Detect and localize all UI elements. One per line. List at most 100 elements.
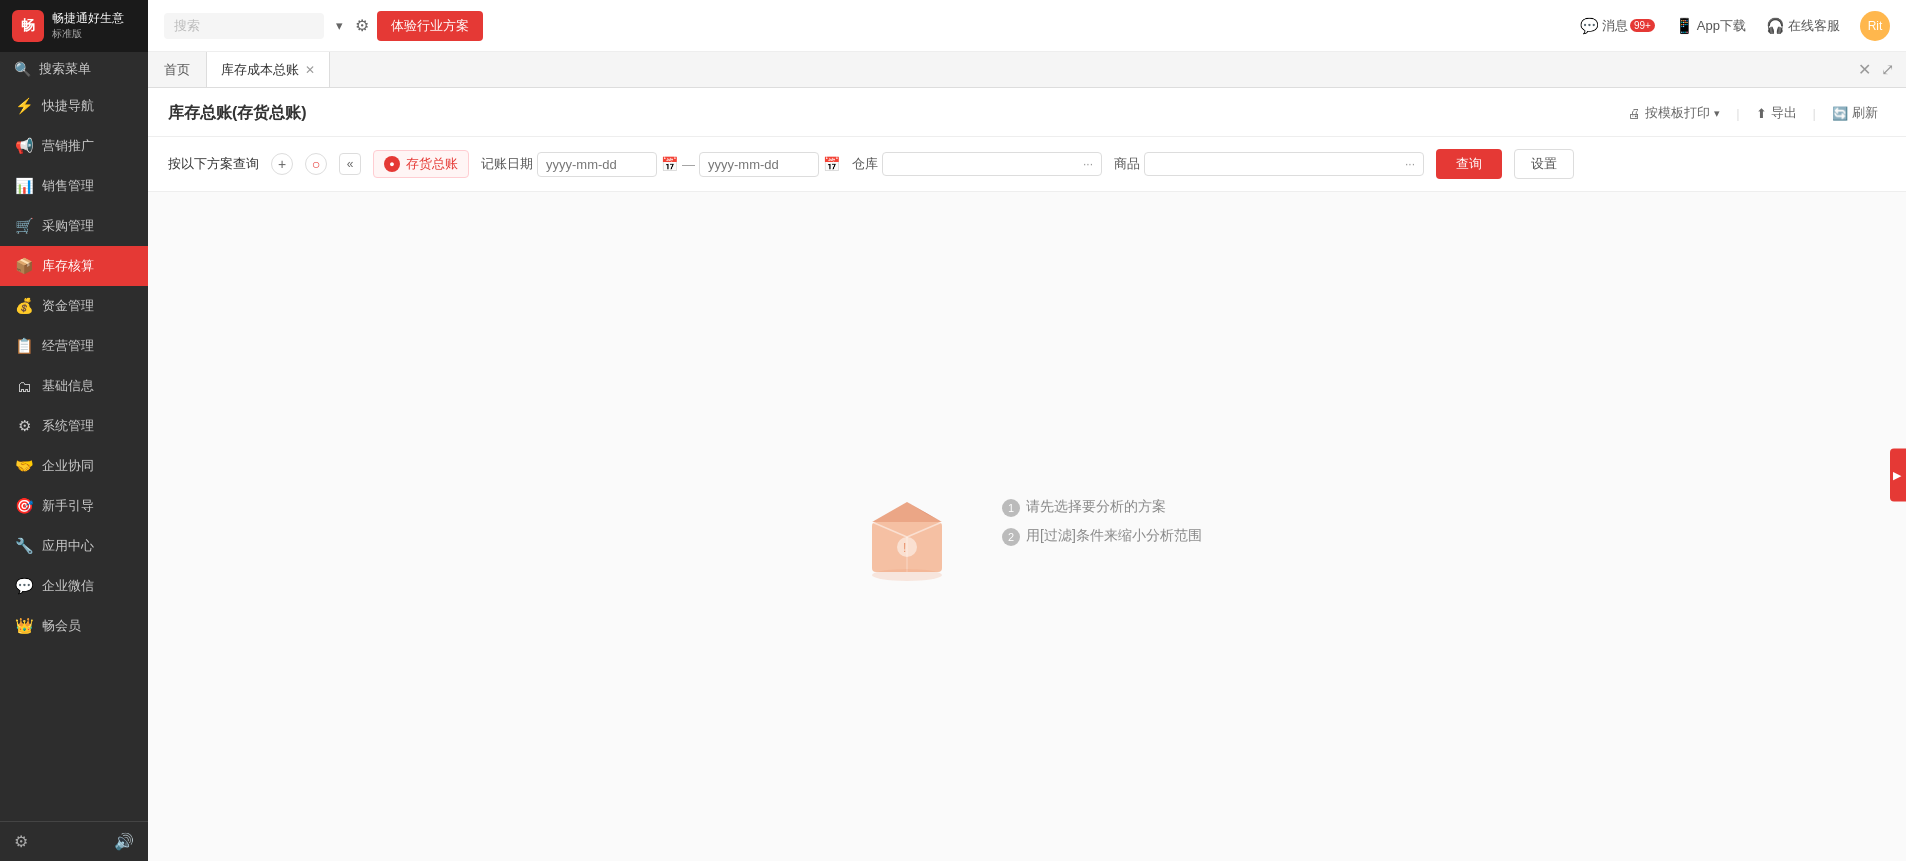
- date-end-input[interactable]: [699, 152, 819, 177]
- warehouse-select[interactable]: ···: [882, 152, 1102, 176]
- sidebar-item-system[interactable]: ⚙ 系统管理: [0, 406, 148, 446]
- sidebar-item-operation[interactable]: 📋 经营管理: [0, 326, 148, 366]
- sidebar-logo-text-block: 畅捷通好生意 标准版: [52, 11, 124, 41]
- divider-1: |: [1736, 106, 1739, 121]
- sidebar-menu: ⚡ 快捷导航 📢 营销推广 📊 销售管理 🛒 采购管理 📦 库存核算 💰 资金管…: [0, 86, 148, 821]
- hint-num-1: 1: [1002, 499, 1020, 517]
- refresh-btn[interactable]: 🔄 刷新: [1824, 100, 1886, 126]
- tab-panel-close-icon[interactable]: ✕: [1858, 60, 1871, 79]
- sidebar-item-sales[interactable]: 📊 销售管理: [0, 166, 148, 206]
- filter-collapse-btn[interactable]: «: [339, 153, 361, 175]
- sidebar-item-quick-nav[interactable]: ⚡ 快捷导航: [0, 86, 148, 126]
- scheme-name: 存货总账: [406, 155, 458, 173]
- topbar-dropdown-icon[interactable]: ▾: [336, 18, 343, 33]
- export-label: 导出: [1771, 104, 1797, 122]
- sidebar-item-label: 企业协同: [42, 457, 94, 475]
- filter-bar: 按以下方案查询 + ○ « ● 存货总账 记账日期 📅 — 📅 仓库 ···: [148, 137, 1906, 192]
- sidebar-item-purchase[interactable]: 🛒 采购管理: [0, 206, 148, 246]
- date-field: 记账日期 📅 — 📅: [481, 152, 840, 177]
- app-logo-icon: 畅: [12, 10, 44, 42]
- empty-text: 1 请先选择要分析的方案 2 用[过滤]条件来缩小分析范围: [1002, 498, 1202, 556]
- app-version: 标准版: [52, 27, 124, 41]
- product-select[interactable]: ···: [1144, 152, 1424, 176]
- sidebar-item-marketing[interactable]: 📢 营销推广: [0, 126, 148, 166]
- tab-close-icon[interactable]: ✕: [305, 63, 315, 77]
- sidebar: 畅 畅捷通好生意 标准版 🔍 搜索菜单 ⚡ 快捷导航 📢 营销推广 📊 销售管理…: [0, 0, 148, 861]
- sidebar-item-wechat[interactable]: 💬 企业微信: [0, 566, 148, 606]
- avatar-text: Rit: [1868, 19, 1883, 33]
- calendar-start-icon[interactable]: 📅: [661, 156, 678, 172]
- scheme-icon: ●: [384, 156, 400, 172]
- page-header-actions: 🖨 按模板打印 ▾ | ⬆ 导出 | 🔄 刷新: [1620, 100, 1886, 126]
- sidebar-item-finance[interactable]: 💰 资金管理: [0, 286, 148, 326]
- sidebar-item-coop[interactable]: 🤝 企业协同: [0, 446, 148, 486]
- svg-marker-1: [872, 502, 942, 522]
- divider-2: |: [1813, 106, 1816, 121]
- app-label: App下载: [1697, 17, 1746, 35]
- sidebar-settings-btn[interactable]: ⚙: [14, 832, 28, 851]
- sidebar-item-label: 畅会员: [42, 617, 81, 635]
- topbar-online-service[interactable]: 🎧 在线客服: [1766, 17, 1840, 35]
- print-btn[interactable]: 🖨 按模板打印 ▾: [1620, 100, 1728, 126]
- date-start-input[interactable]: [537, 152, 657, 177]
- svg-point-6: [897, 537, 917, 557]
- sidebar-item-label: 快捷导航: [42, 97, 94, 115]
- sidebar-item-label: 经营管理: [42, 337, 94, 355]
- finance-icon: 💰: [14, 296, 34, 316]
- filter-remove-btn[interactable]: ○: [305, 153, 327, 175]
- sidebar-item-label: 应用中心: [42, 537, 94, 555]
- sidebar-item-basic[interactable]: 🗂 基础信息: [0, 366, 148, 406]
- tabbar: 首页 库存成本总账 ✕ ✕ ⤢: [148, 52, 1906, 88]
- sidebar-item-label: 资金管理: [42, 297, 94, 315]
- basic-icon: 🗂: [14, 376, 34, 396]
- tab-expand-icon[interactable]: ⤢: [1881, 60, 1894, 79]
- sidebar-audio-btn[interactable]: 🔊: [114, 832, 134, 851]
- sidebar-item-member[interactable]: 👑 畅会员: [0, 606, 148, 646]
- topbar-settings-icon[interactable]: ⚙: [355, 16, 369, 35]
- svg-point-8: [872, 569, 942, 581]
- topbar-search-area[interactable]: 搜索: [164, 13, 324, 39]
- sidebar-item-label: 库存核算: [42, 257, 94, 275]
- sidebar-item-guide[interactable]: 🎯 新手引导: [0, 486, 148, 526]
- sidebar-item-label: 基础信息: [42, 377, 94, 395]
- right-panel-tab[interactable]: ▶: [1890, 448, 1906, 501]
- filter-label: 按以下方案查询: [168, 155, 259, 173]
- system-icon: ⚙: [14, 416, 34, 436]
- calendar-end-icon[interactable]: 📅: [823, 156, 840, 172]
- product-more-icon[interactable]: ···: [1405, 157, 1415, 171]
- empty-inner: ! 1 请先选择要分析的方案 2 用[过滤]条件来缩小分析范围: [852, 467, 1202, 587]
- sidebar-search[interactable]: 🔍 搜索菜单: [0, 52, 148, 86]
- inventory-icon: 📦: [14, 256, 34, 276]
- tab-home-label: 首页: [164, 61, 190, 79]
- tab-inventory-ledger[interactable]: 库存成本总账 ✕: [207, 52, 330, 87]
- marketing-icon: 📢: [14, 136, 34, 156]
- sidebar-item-label: 采购管理: [42, 217, 94, 235]
- tabbar-right-controls: ✕ ⤢: [1858, 60, 1906, 79]
- topbar-app-download[interactable]: 📱 App下载: [1675, 17, 1746, 35]
- member-icon: 👑: [14, 616, 34, 636]
- date-separator: —: [682, 157, 695, 172]
- settings-button[interactable]: 设置: [1514, 149, 1574, 179]
- sidebar-item-inventory[interactable]: 📦 库存核算: [0, 246, 148, 286]
- empty-state: ! 1 请先选择要分析的方案 2 用[过滤]条件来缩小分析范围: [148, 192, 1906, 861]
- msg-badge: 99+: [1630, 19, 1655, 32]
- filter-add-btn[interactable]: +: [271, 153, 293, 175]
- sidebar-item-appstore[interactable]: 🔧 应用中心: [0, 526, 148, 566]
- topbar-msg[interactable]: 💬 消息 99+: [1580, 17, 1655, 35]
- print-dropdown-icon[interactable]: ▾: [1714, 107, 1720, 120]
- filter-scheme[interactable]: ● 存货总账: [373, 150, 469, 178]
- warehouse-more-icon[interactable]: ···: [1083, 157, 1093, 171]
- date-label: 记账日期: [481, 155, 533, 173]
- sidebar-item-label: 系统管理: [42, 417, 94, 435]
- page-header: 库存总账(存货总账) 🖨 按模板打印 ▾ | ⬆ 导出 | 🔄 刷新: [148, 88, 1906, 137]
- empty-svg-illustration: !: [852, 467, 972, 587]
- user-avatar[interactable]: Rit: [1860, 11, 1890, 41]
- service-label: 在线客服: [1788, 17, 1840, 35]
- trial-btn[interactable]: 体验行业方案: [377, 11, 483, 41]
- export-btn[interactable]: ⬆ 导出: [1748, 100, 1805, 126]
- empty-illustration: !: [852, 467, 972, 587]
- tab-home[interactable]: 首页: [148, 52, 207, 87]
- msg-label: 消息: [1602, 17, 1628, 35]
- query-button[interactable]: 查询: [1436, 149, 1502, 179]
- right-panel-icon: ▶: [1892, 468, 1905, 481]
